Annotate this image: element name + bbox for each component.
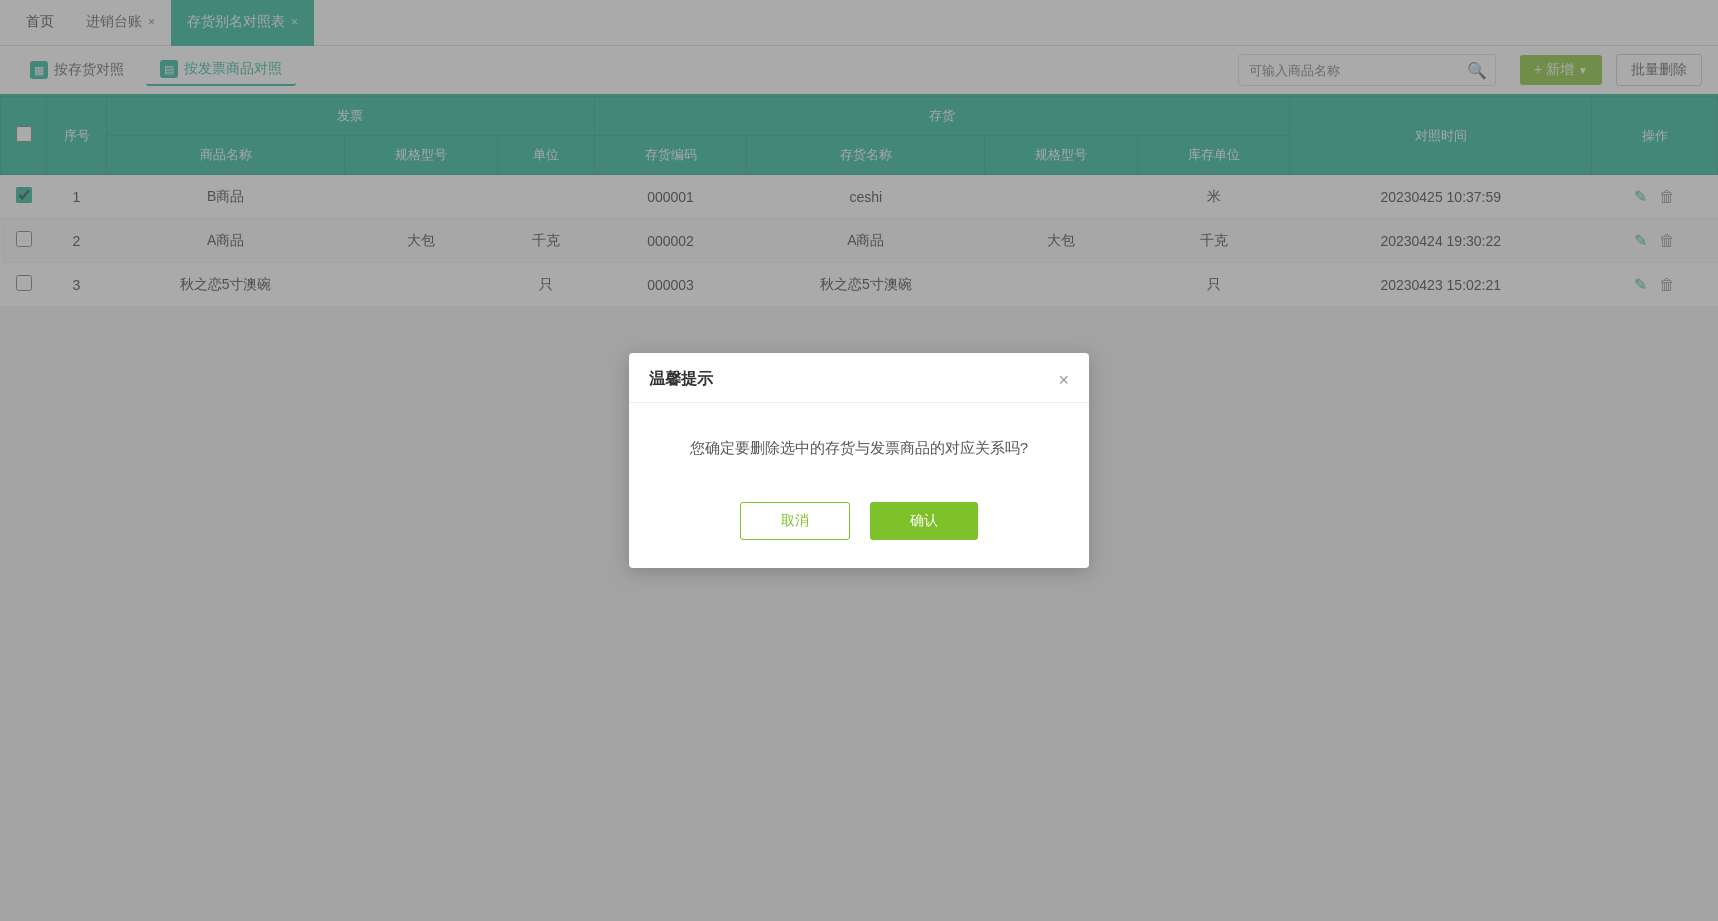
dialog-overlay: 温馨提示 × 您确定要删除选中的存货与发票商品的对应关系吗? 取消 确认 <box>0 0 1718 921</box>
dialog-message: 您确定要删除选中的存货与发票商品的对应关系吗? <box>690 439 1028 456</box>
dialog-close-button[interactable]: × <box>1058 371 1069 389</box>
cancel-button[interactable]: 取消 <box>740 502 850 540</box>
dialog-title: 温馨提示 <box>649 369 713 390</box>
confirm-dialog: 温馨提示 × 您确定要删除选中的存货与发票商品的对应关系吗? 取消 确认 <box>629 353 1089 568</box>
dialog-body: 您确定要删除选中的存货与发票商品的对应关系吗? <box>629 403 1089 486</box>
dialog-footer: 取消 确认 <box>629 486 1089 568</box>
dialog-header: 温馨提示 × <box>629 353 1089 403</box>
confirm-button[interactable]: 确认 <box>870 502 978 540</box>
